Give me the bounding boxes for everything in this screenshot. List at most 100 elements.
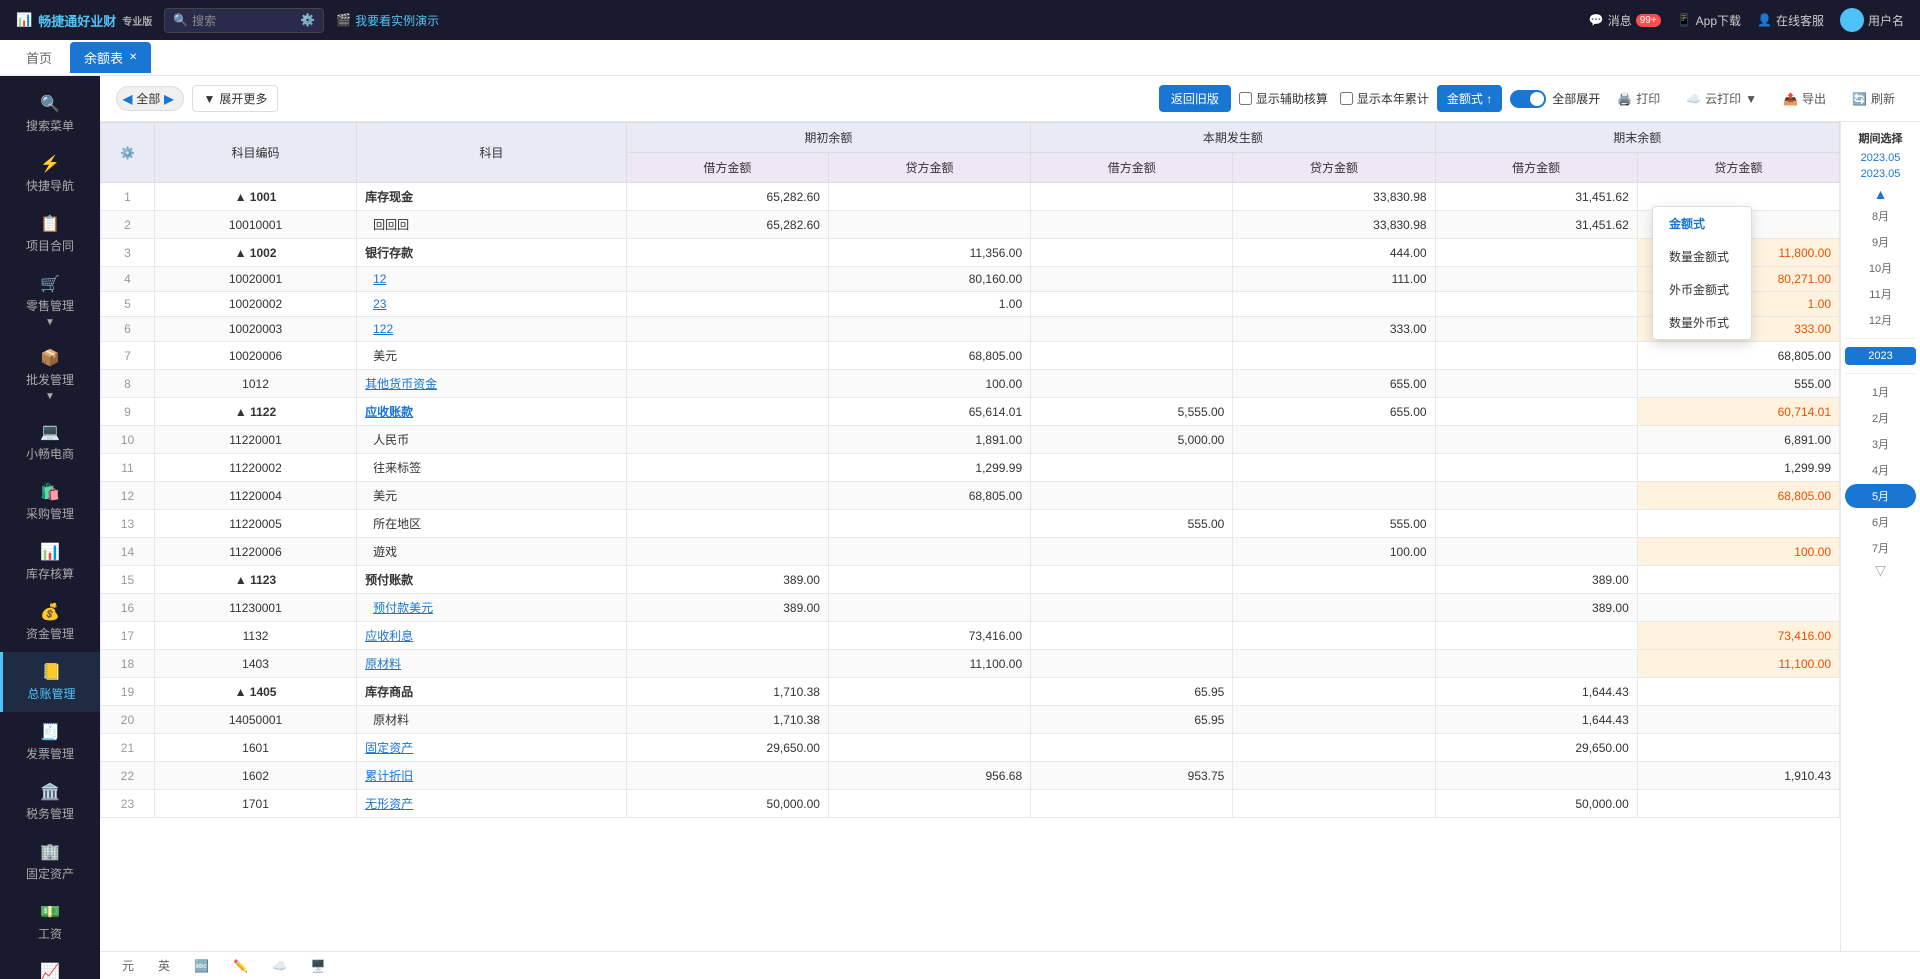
print-btn[interactable]: 🖨️ 打印 xyxy=(1608,84,1669,113)
cloud-print-btn[interactable]: ☁️ 云打印 ▼ xyxy=(1677,84,1766,113)
sidebar-item-tax[interactable]: 🏛️ 税务管理 xyxy=(0,772,100,832)
breadcrumb-back-icon[interactable]: ◀ xyxy=(123,92,132,106)
sidebar-label-retail: 零售管理 xyxy=(26,297,74,314)
lang-cn-btn[interactable]: 英 xyxy=(152,955,176,976)
online-service-btn[interactable]: 👤 在线客服 xyxy=(1757,12,1824,29)
cl-debit xyxy=(1435,292,1637,317)
period-11[interactable]: 11月 xyxy=(1845,282,1916,306)
export-btn[interactable]: 📤 导出 xyxy=(1774,84,1835,113)
period-10[interactable]: 10月 xyxy=(1845,256,1916,280)
row-subject[interactable]: 固定资产 xyxy=(357,734,627,762)
return-old-btn[interactable]: 返回旧版 xyxy=(1159,85,1231,112)
search-bar[interactable]: 🔍 搜索 ⚙️ xyxy=(164,8,324,33)
sidebar-label-assets: 固定资产 xyxy=(26,865,74,882)
tab-close-icon[interactable]: ✕ xyxy=(129,52,137,63)
auxiliary-checkbox[interactable] xyxy=(1239,92,1252,105)
show-annual-check[interactable]: 显示本年累计 xyxy=(1340,90,1429,107)
period-down-btn[interactable]: ▽ xyxy=(1875,562,1886,579)
sidebar-item-inventory[interactable]: 📊 库存核算 xyxy=(0,532,100,592)
row-subject[interactable]: 12 xyxy=(357,267,627,292)
period-5[interactable]: 5月 xyxy=(1845,484,1916,508)
lang-en-btn[interactable]: 🔤 xyxy=(188,957,215,975)
message-btn[interactable]: 💬 消息 99+ xyxy=(1589,12,1661,29)
sidebar-label-inventory: 库存核算 xyxy=(26,565,74,582)
cur-debit xyxy=(1031,317,1233,342)
sidebar-item-quicknav[interactable]: ⚡ 快捷导航 xyxy=(0,144,100,204)
tab-home[interactable]: 首页 xyxy=(12,42,66,73)
row-subject[interactable]: 无形资产 xyxy=(357,790,627,818)
period-4[interactable]: 4月 xyxy=(1845,458,1916,482)
row-subject[interactable]: 应收账款 xyxy=(357,398,627,426)
cur-debit xyxy=(1031,183,1233,211)
cur-debit xyxy=(1031,482,1233,510)
sidebar-item-wholesale[interactable]: 📦 批发管理 ▼ xyxy=(0,338,100,412)
sidebar-label-invoice: 发票管理 xyxy=(26,745,74,762)
op-credit: 65,614.01 xyxy=(828,398,1030,426)
dropdown-item-amount[interactable]: 金额式 xyxy=(1653,207,1751,240)
dropdown-item-qty-foreign[interactable]: 数量外币式 xyxy=(1653,306,1751,339)
tab-balance-sheet[interactable]: 余额表 ✕ xyxy=(70,42,151,73)
op-debit xyxy=(626,762,828,790)
sidebar-item-retail[interactable]: 🛒 零售管理 ▼ xyxy=(0,264,100,338)
cur-debit xyxy=(1031,267,1233,292)
monitor-icon: 🖥️ xyxy=(311,959,326,973)
mode-btn[interactable]: 金额式 ↑ xyxy=(1437,85,1502,112)
wholesale-icon: 📦 xyxy=(40,348,60,368)
cl-debit xyxy=(1435,370,1637,398)
period-2[interactable]: 2月 xyxy=(1845,406,1916,430)
app-download-btn[interactable]: 📱 App下载 xyxy=(1677,12,1741,29)
period-1[interactable]: 1月 xyxy=(1845,380,1916,404)
breadcrumb-forward-icon[interactable]: ▶ xyxy=(164,92,173,106)
settings-icon[interactable]: ⚙️ xyxy=(300,13,315,27)
period-up-btn[interactable]: ▲ xyxy=(1874,186,1888,202)
period-3[interactable]: 3月 xyxy=(1845,432,1916,456)
row-subject[interactable]: 预付款美元 xyxy=(357,594,627,622)
demo-link[interactable]: 🎬 我要看实例演示 xyxy=(336,12,439,29)
breadcrumb[interactable]: ◀ 全部 ▶ xyxy=(116,86,184,111)
currency-icon: 元 xyxy=(122,957,134,974)
sidebar-item-search[interactable]: 🔍 搜索菜单 xyxy=(0,84,100,144)
row-subject[interactable]: 原材料 xyxy=(357,650,627,678)
period-9[interactable]: 9月 xyxy=(1845,230,1916,254)
expand-toggle[interactable] xyxy=(1510,90,1546,108)
sidebar-item-payroll[interactable]: 💵 工资 xyxy=(0,892,100,952)
show-auxiliary-check[interactable]: 显示辅助核算 xyxy=(1239,90,1328,107)
demo-icon: 🎬 xyxy=(336,13,351,27)
annual-checkbox[interactable] xyxy=(1340,92,1353,105)
period-12[interactable]: 12月 xyxy=(1845,308,1916,332)
sidebar-item-assets[interactable]: 🏢 固定资产 xyxy=(0,832,100,892)
sidebar-item-invoice[interactable]: 🧾 发票管理 xyxy=(0,712,100,772)
period-8[interactable]: 8月 xyxy=(1845,204,1916,228)
expand-more-btn[interactable]: ▼ 展开更多 xyxy=(192,85,278,112)
row-subject[interactable]: 累计折旧 xyxy=(357,762,627,790)
sidebar-item-purchase[interactable]: 🛍️ 采购管理 xyxy=(0,472,100,532)
row-number: 3 xyxy=(101,239,155,267)
row-subject[interactable]: 23 xyxy=(357,292,627,317)
message-label: 消息 xyxy=(1608,12,1632,29)
op-debit xyxy=(626,239,828,267)
sidebar-item-capital[interactable]: 💰 资金管理 xyxy=(0,592,100,652)
row-subject[interactable]: 应收利息 xyxy=(357,622,627,650)
lang-icon: 英 xyxy=(158,957,170,974)
dropdown-item-foreign-amount[interactable]: 外币金额式 xyxy=(1653,273,1751,306)
cloud-down-icon: ▼ xyxy=(1745,92,1757,106)
refresh-btn[interactable]: 🔄 刷新 xyxy=(1843,84,1904,113)
row-code: 1012 xyxy=(154,370,356,398)
user-btn[interactable]: 用户名 xyxy=(1840,8,1904,32)
th-settings[interactable]: ⚙️ xyxy=(101,123,155,183)
period-6[interactable]: 6月 xyxy=(1845,510,1916,534)
monitor-btn[interactable]: 🖥️ xyxy=(305,957,332,975)
edit-btn[interactable]: ✏️ xyxy=(227,957,254,975)
cloud-btn[interactable]: ☁️ xyxy=(266,957,293,975)
sidebar-item-general[interactable]: 📒 总账管理 xyxy=(0,652,100,712)
sidebar-item-ecommerce[interactable]: 💻 小畅电商 xyxy=(0,412,100,472)
currency-btn[interactable]: 元 xyxy=(116,955,140,976)
row-subject[interactable]: 其他货币资金 xyxy=(357,370,627,398)
dropdown-item-qty-amount[interactable]: 数量金额式 xyxy=(1653,240,1751,273)
sidebar-item-operations[interactable]: 📈 经营管理 xyxy=(0,952,100,979)
period-2023[interactable]: 2023 xyxy=(1845,347,1916,365)
cur-debit xyxy=(1031,211,1233,239)
row-subject[interactable]: 122 xyxy=(357,317,627,342)
sidebar-item-project[interactable]: 📋 项目合同 xyxy=(0,204,100,264)
period-7[interactable]: 7月 xyxy=(1845,536,1916,560)
